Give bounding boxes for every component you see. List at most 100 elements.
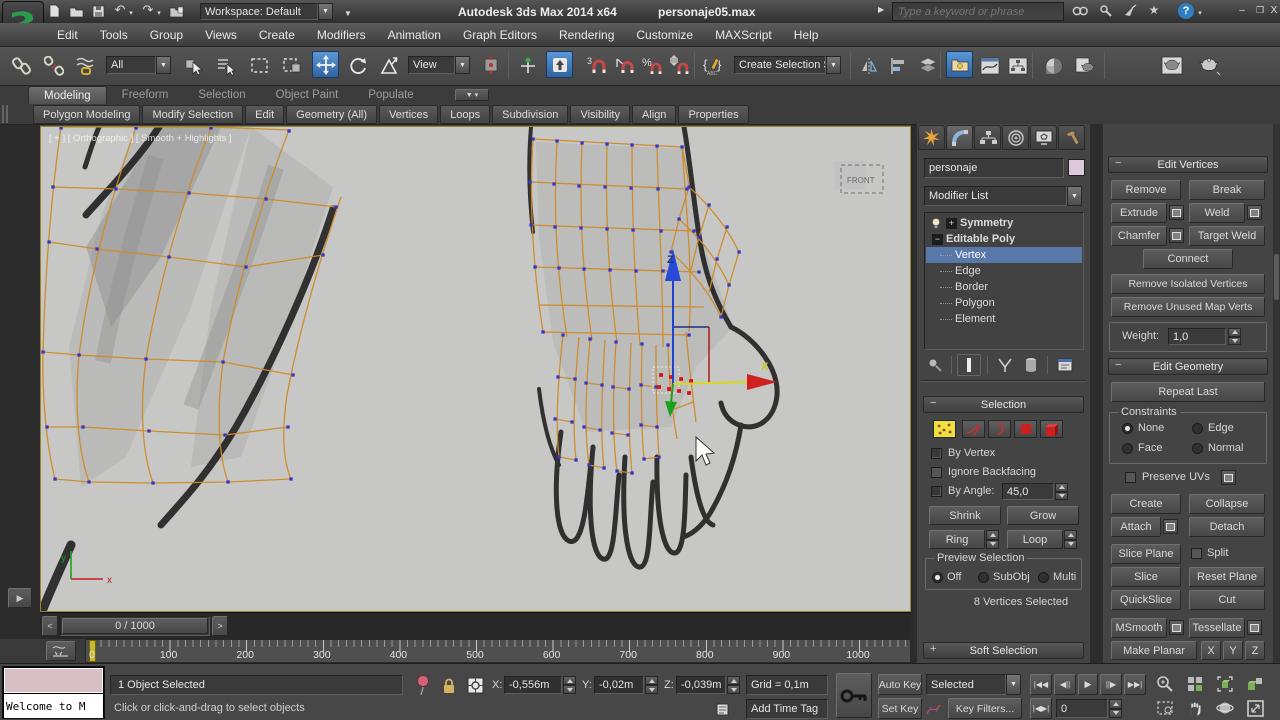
subobject-edge-icon[interactable] bbox=[962, 420, 985, 438]
cut-button[interactable]: Cut bbox=[1189, 590, 1265, 610]
remove-isolated-vertices-button[interactable]: Remove Isolated Vertices bbox=[1111, 274, 1265, 294]
subscription-center-icon[interactable] bbox=[1122, 4, 1138, 18]
key-selection-arrow[interactable]: ▼ bbox=[1006, 674, 1021, 695]
listener-script-pane[interactable]: Welcome to M bbox=[4, 694, 103, 718]
make-planar-x-button[interactable]: X bbox=[1201, 641, 1221, 660]
z-coord-field[interactable]: -0,039m bbox=[676, 676, 726, 694]
remove-button[interactable]: Remove bbox=[1111, 180, 1181, 200]
curve-editor-icon[interactable] bbox=[976, 52, 1003, 79]
time-slider-track[interactable]: 0 / 1000 bbox=[60, 616, 210, 636]
selection-filter-dropdown[interactable]: All bbox=[106, 56, 156, 74]
menu-item[interactable]: Views bbox=[194, 23, 248, 46]
select-and-manipulate-icon[interactable] bbox=[514, 52, 541, 79]
make-planar-button[interactable]: Make Planar bbox=[1111, 641, 1197, 660]
search-input[interactable] bbox=[892, 2, 1064, 21]
edit-vertices-rollout-header[interactable]: − Edit Vertices bbox=[1108, 156, 1268, 173]
menu-item[interactable]: Animation bbox=[377, 23, 452, 46]
default-in-out-tangents-icon[interactable] bbox=[924, 699, 944, 719]
preview-off-radio[interactable] bbox=[932, 572, 943, 583]
edit-geometry-rollout-header[interactable]: − Edit Geometry bbox=[1108, 358, 1268, 375]
front-dummy-helper[interactable]: FRONT bbox=[835, 161, 884, 194]
add-time-tag-field[interactable]: Add Time Tag bbox=[746, 699, 828, 719]
scrollbar-thumb[interactable] bbox=[1274, 254, 1279, 300]
by-angle-field[interactable]: 45,0 bbox=[1002, 483, 1054, 500]
repeat-last-button[interactable]: Repeat Last bbox=[1111, 382, 1265, 402]
slice-plane-button[interactable]: Slice Plane bbox=[1111, 544, 1181, 564]
subobject-element-icon[interactable] bbox=[1040, 420, 1063, 438]
y-coord-spinner[interactable] bbox=[645, 676, 658, 694]
preserve-uvs-settings-icon[interactable] bbox=[1221, 470, 1236, 485]
subobject-vertex-icon[interactable] bbox=[933, 420, 956, 438]
listener-macro-pane[interactable] bbox=[4, 668, 103, 693]
modifier-stack[interactable]: + Symmetry − Editable Poly Vertex Edge B… bbox=[924, 212, 1084, 350]
stack-row-symmetry[interactable]: + Symmetry bbox=[926, 215, 1082, 231]
pin-stack-icon[interactable] bbox=[923, 354, 947, 376]
tessellate-settings-icon[interactable] bbox=[1247, 620, 1262, 635]
bind-to-space-warp-icon[interactable] bbox=[72, 52, 99, 79]
help-icon[interactable]: ? bbox=[1178, 3, 1194, 19]
remove-unused-map-verts-button[interactable]: Remove Unused Map Verts bbox=[1111, 297, 1265, 317]
undo-icon[interactable]: ↶ bbox=[112, 2, 128, 17]
next-frame-button[interactable]: ||▶ bbox=[1100, 674, 1122, 695]
z-coord-spinner[interactable] bbox=[727, 676, 740, 694]
expand-icon[interactable]: + bbox=[946, 217, 957, 229]
orbit-icon[interactable] bbox=[1212, 697, 1238, 719]
percent-snap-icon[interactable]: % bbox=[640, 52, 667, 79]
make-planar-y-button[interactable]: Y bbox=[1223, 641, 1243, 660]
open-scene-explorer-arrow[interactable]: ▶ bbox=[8, 588, 32, 608]
minimize-button[interactable]: – bbox=[1234, 3, 1250, 17]
open-file-icon[interactable] bbox=[68, 4, 84, 18]
titlebar-flyout-icon[interactable]: ▶ bbox=[878, 5, 884, 14]
menu-item[interactable]: Graph Editors bbox=[452, 23, 548, 46]
by-vertex-checkbox[interactable] bbox=[931, 448, 942, 459]
rendered-frame-window-icon[interactable] bbox=[1158, 52, 1185, 79]
zoom-extents-icon[interactable] bbox=[1212, 673, 1238, 695]
workspace-flyout-icon[interactable]: ▼ bbox=[340, 6, 356, 20]
render-production-icon[interactable] bbox=[1196, 52, 1223, 79]
isolate-selection-toggle-icon[interactable] bbox=[412, 673, 434, 697]
stack-row-element[interactable]: Element bbox=[926, 311, 1082, 327]
by-angle-checkbox[interactable] bbox=[931, 486, 942, 497]
set-key-button[interactable]: Set Key bbox=[878, 698, 922, 719]
edit-named-selection-sets-icon[interactable]: {} ABC bbox=[700, 52, 727, 79]
auto-key-button[interactable]: Auto Key bbox=[878, 674, 922, 695]
reset-plane-button[interactable]: Reset Plane bbox=[1189, 567, 1265, 587]
select-and-rotate-icon[interactable] bbox=[344, 52, 371, 79]
selection-filter-arrow[interactable]: ▼ bbox=[156, 56, 171, 74]
target-weld-button[interactable]: Target Weld bbox=[1189, 226, 1265, 246]
use-pivot-point-icon[interactable] bbox=[478, 52, 505, 79]
ribbon-tab[interactable]: Selection bbox=[183, 86, 260, 104]
ribbon-panel-button[interactable]: Edit bbox=[245, 105, 285, 124]
connect-button[interactable]: Connect bbox=[1143, 249, 1233, 269]
save-file-icon[interactable] bbox=[90, 4, 106, 18]
track-bar-ruler[interactable] bbox=[85, 639, 911, 663]
select-and-link-icon[interactable] bbox=[8, 52, 35, 79]
selection-lock-toggle-icon[interactable] bbox=[438, 674, 460, 696]
tab-modify[interactable] bbox=[946, 125, 973, 150]
select-object-icon[interactable] bbox=[180, 52, 207, 79]
workspace-dropdown-arrow[interactable]: ▼ bbox=[318, 3, 333, 20]
zoom-icon[interactable] bbox=[1152, 673, 1178, 695]
weld-settings-icon[interactable] bbox=[1247, 205, 1262, 220]
soft-selection-rollout-header[interactable]: + Soft Selection bbox=[923, 642, 1084, 659]
set-keys-button[interactable] bbox=[836, 673, 872, 718]
viewport[interactable]: Z X FRONT x y [ + ] [ Orthographic ] [ S… bbox=[38, 123, 911, 614]
maximize-viewport-toggle-icon[interactable] bbox=[1242, 697, 1268, 719]
rectangular-selection-region-icon[interactable] bbox=[246, 52, 273, 79]
preserve-uvs-checkbox[interactable] bbox=[1125, 472, 1136, 483]
tab-hierarchy[interactable] bbox=[974, 125, 1001, 150]
x-coord-field[interactable]: -0,556m bbox=[504, 676, 562, 694]
ribbon-panel-button[interactable]: Modify Selection bbox=[142, 105, 244, 124]
break-button[interactable]: Break bbox=[1189, 180, 1265, 200]
extrude-settings-icon[interactable] bbox=[1169, 205, 1184, 220]
constraint-normal-radio[interactable] bbox=[1192, 443, 1203, 454]
go-to-end-button[interactable]: ▶▶| bbox=[1124, 674, 1146, 695]
show-end-result-icon[interactable] bbox=[957, 354, 981, 376]
remove-modifier-icon[interactable] bbox=[1019, 354, 1043, 376]
menu-item[interactable]: Edit bbox=[46, 23, 89, 46]
pan-hand-icon[interactable] bbox=[1182, 697, 1208, 719]
attach-settings-icon[interactable] bbox=[1163, 519, 1178, 534]
reference-coordinate-arrow[interactable]: ▼ bbox=[455, 56, 470, 74]
attach-button[interactable]: Attach bbox=[1111, 517, 1161, 537]
slice-button[interactable]: Slice bbox=[1111, 567, 1181, 587]
